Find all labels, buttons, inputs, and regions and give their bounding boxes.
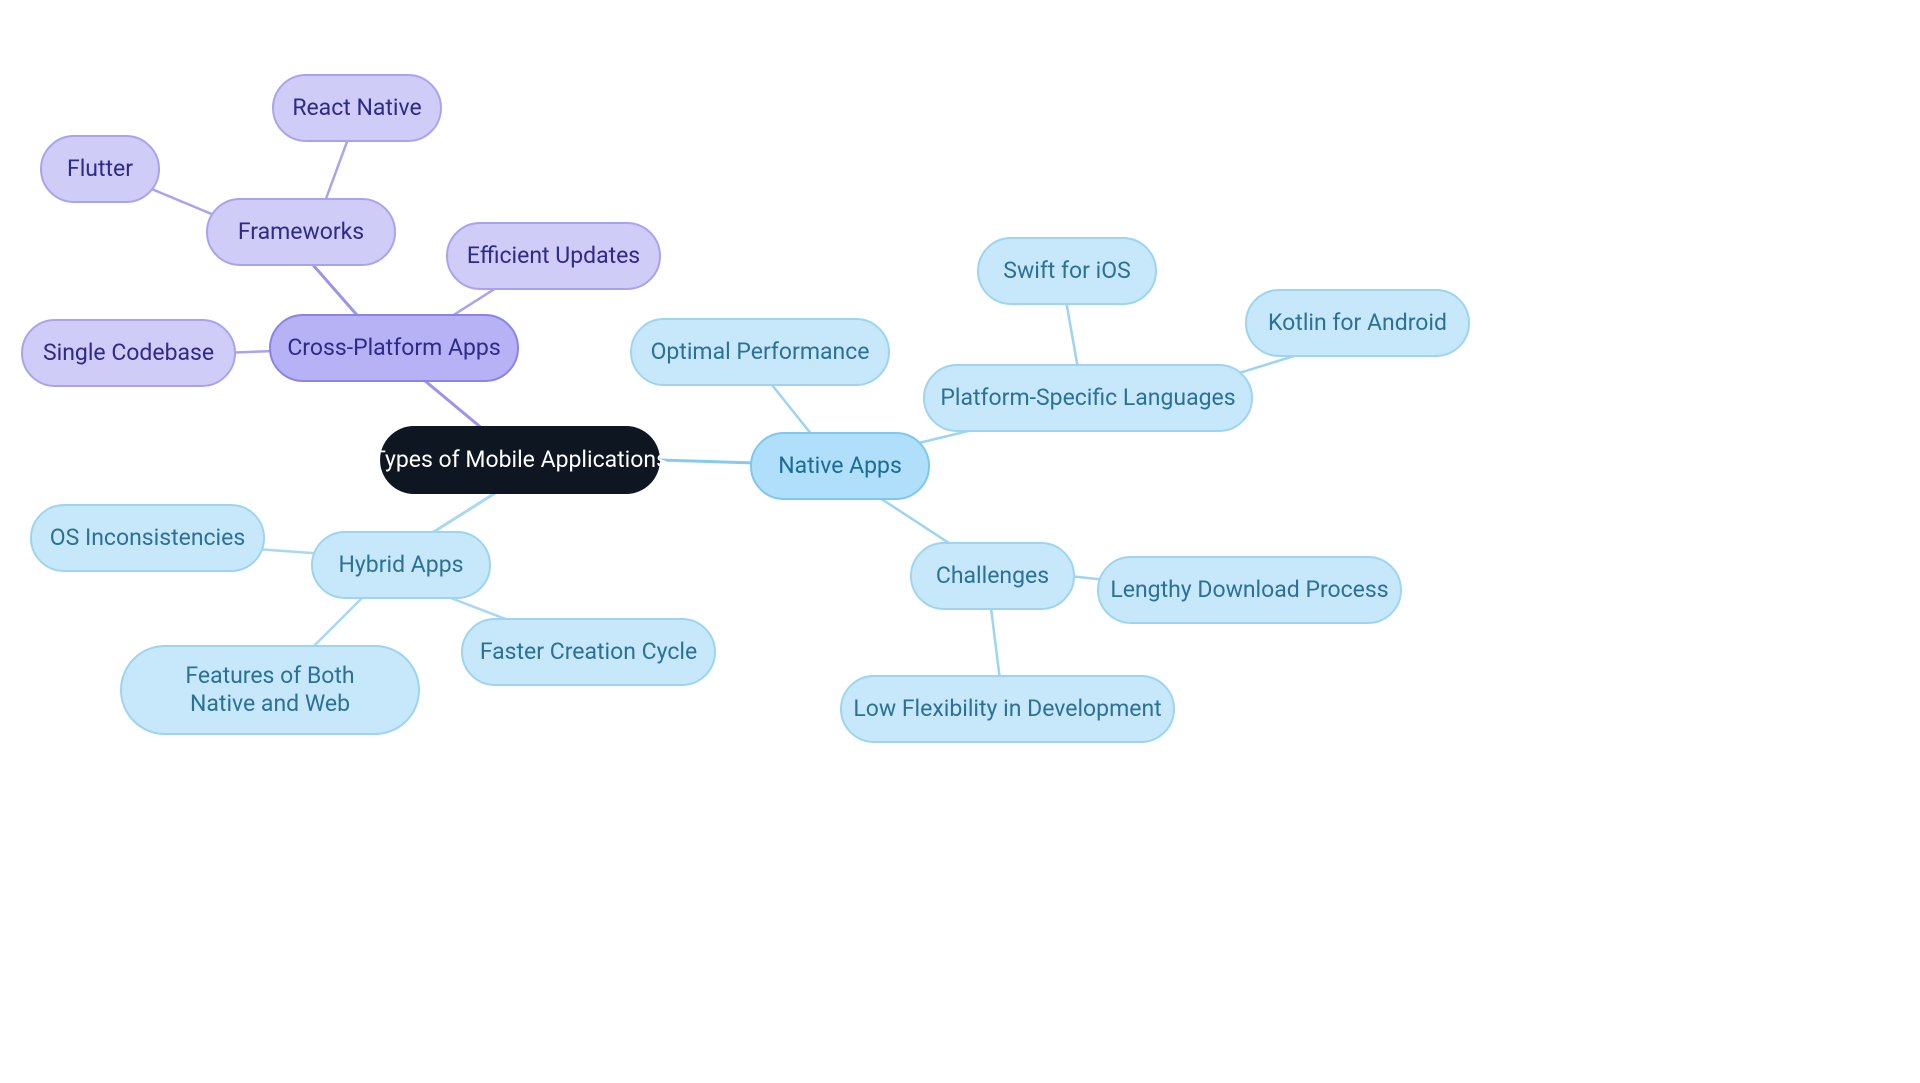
root-label: Types of Mobile Applications — [372, 446, 668, 474]
node-native-apps: Native Apps — [750, 432, 930, 500]
node-efficient-updates: Efficient Updates — [446, 222, 661, 290]
node-label: Platform-Specific Languages — [940, 384, 1235, 412]
node-faster-creation: Faster Creation Cycle — [461, 618, 716, 686]
node-label: React Native — [292, 94, 421, 122]
node-label: Frameworks — [238, 218, 364, 246]
node-swift: Swift for iOS — [977, 237, 1157, 305]
node-label: Challenges — [936, 562, 1049, 590]
node-single-codebase: Single Codebase — [21, 319, 236, 387]
node-label: OS Inconsistencies — [50, 524, 245, 552]
node-os-inconsistencies: OS Inconsistencies — [30, 504, 265, 572]
mindmap-canvas: Types of Mobile Applications Cross-Platf… — [0, 0, 1920, 1083]
node-label: Cross-Platform Apps — [287, 334, 500, 362]
node-label: Native Apps — [778, 452, 902, 480]
node-cross-platform: Cross-Platform Apps — [269, 314, 519, 382]
node-low-flexibility: Low Flexibility in Development — [840, 675, 1175, 743]
node-challenges: Challenges — [910, 542, 1075, 610]
node-optimal-performance: Optimal Performance — [630, 318, 890, 386]
node-label: Single Codebase — [43, 339, 214, 367]
node-platform-languages: Platform-Specific Languages — [923, 364, 1253, 432]
node-label: Flutter — [67, 155, 133, 183]
node-label: Faster Creation Cycle — [480, 638, 697, 666]
node-label: Lengthy Download Process — [1110, 576, 1388, 604]
node-label: Efficient Updates — [467, 242, 640, 270]
node-react-native: React Native — [272, 74, 442, 142]
node-label: Swift for iOS — [1003, 257, 1130, 285]
node-hybrid-apps: Hybrid Apps — [311, 531, 491, 599]
node-label: Features of Both Native and Web — [150, 662, 390, 717]
node-label: Low Flexibility in Development — [853, 695, 1161, 723]
node-label: Hybrid Apps — [339, 551, 464, 579]
node-label: Kotlin for Android — [1268, 309, 1447, 337]
node-lengthy-download: Lengthy Download Process — [1097, 556, 1402, 624]
node-label: Optimal Performance — [651, 338, 870, 366]
root-node: Types of Mobile Applications — [380, 426, 660, 494]
node-frameworks: Frameworks — [206, 198, 396, 266]
node-features-both: Features of Both Native and Web — [120, 645, 420, 735]
node-kotlin: Kotlin for Android — [1245, 289, 1470, 357]
node-flutter: Flutter — [40, 135, 160, 203]
